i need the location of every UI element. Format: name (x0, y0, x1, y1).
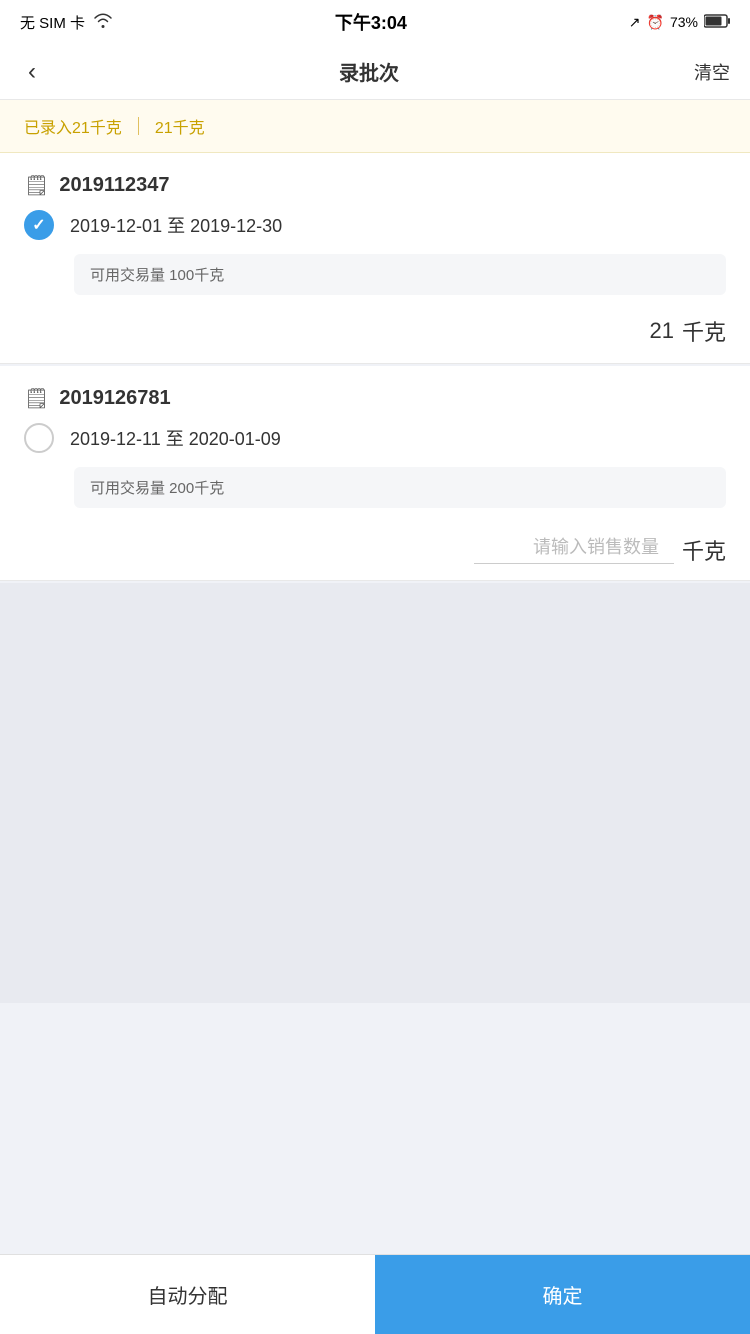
already-recorded-label: 已录入21千克 (24, 114, 122, 138)
page-title: 录批次 (339, 57, 399, 86)
batch-card-2: 🗒 2019126781 2019-12-11 至 2020-01-09 可用交… (0, 366, 750, 581)
batch-1-header: 🗒 2019112347 (0, 153, 750, 206)
batch-1-id: 2019112347 (59, 174, 169, 197)
batch-2-dates: 2019-12-11 至 2020-01-09 (70, 425, 281, 451)
batch-2-row[interactable]: 2019-12-11 至 2020-01-09 (0, 419, 750, 467)
check-icon: ✓ (32, 215, 45, 235)
clear-button[interactable]: 清空 (694, 59, 730, 85)
nav-bar: ‹ 录批次 清空 (0, 44, 750, 100)
batch-2-id: 2019126781 (59, 387, 170, 410)
batch-2-qty-input[interactable] (474, 536, 674, 564)
status-left: 无 SIM 卡 (20, 12, 113, 33)
status-time: 下午3:04 (335, 9, 407, 35)
batch-2-radio[interactable] (24, 423, 54, 453)
batch-1-amount-unit: 千克 (682, 315, 726, 347)
batch-2-header: 🗒 2019126781 (0, 366, 750, 419)
location-icon: ↗ (629, 14, 641, 31)
batch-1-row[interactable]: ✓ 2019-12-01 至 2019-12-30 (0, 206, 750, 254)
auto-assign-button[interactable]: 自动分配 (0, 1255, 375, 1334)
wifi-icon (93, 13, 113, 32)
summary-banner: 已录入21千克 21千克 (0, 100, 750, 153)
batch-1-amount-row: 21 千克 (0, 307, 750, 364)
batch-1-avail: 可用交易量 100千克 (74, 254, 726, 295)
back-button[interactable]: ‹ (20, 54, 44, 90)
batch-2-input-row: 千克 (0, 520, 750, 581)
recorded-amount-label: 21千克 (155, 114, 205, 138)
empty-area (0, 583, 750, 1003)
batch-2-icon: 🗒 (24, 386, 49, 411)
status-bar: 无 SIM 卡 下午3:04 ↗ ⏰ 73% (0, 0, 750, 44)
battery-label: 73% (670, 14, 698, 30)
summary-divider (138, 117, 139, 135)
batch-1-dates: 2019-12-01 至 2019-12-30 (70, 212, 282, 238)
sim-label: 无 SIM 卡 (20, 12, 85, 33)
batch-2-unit: 千克 (682, 534, 726, 566)
batch-card-1: 🗒 2019112347 ✓ 2019-12-01 至 2019-12-30 可… (0, 153, 750, 364)
batch-1-icon: 🗒 (24, 173, 49, 198)
confirm-button[interactable]: 确定 (375, 1255, 750, 1334)
bottom-bar: 自动分配 确定 (0, 1254, 750, 1334)
battery-icon (704, 14, 730, 31)
batch-2-avail: 可用交易量 200千克 (74, 467, 726, 508)
status-right: ↗ ⏰ 73% (629, 14, 730, 31)
batch-1-radio[interactable]: ✓ (24, 210, 54, 240)
batch-1-amount-value: 21 (650, 318, 674, 344)
alarm-icon: ⏰ (647, 14, 664, 31)
